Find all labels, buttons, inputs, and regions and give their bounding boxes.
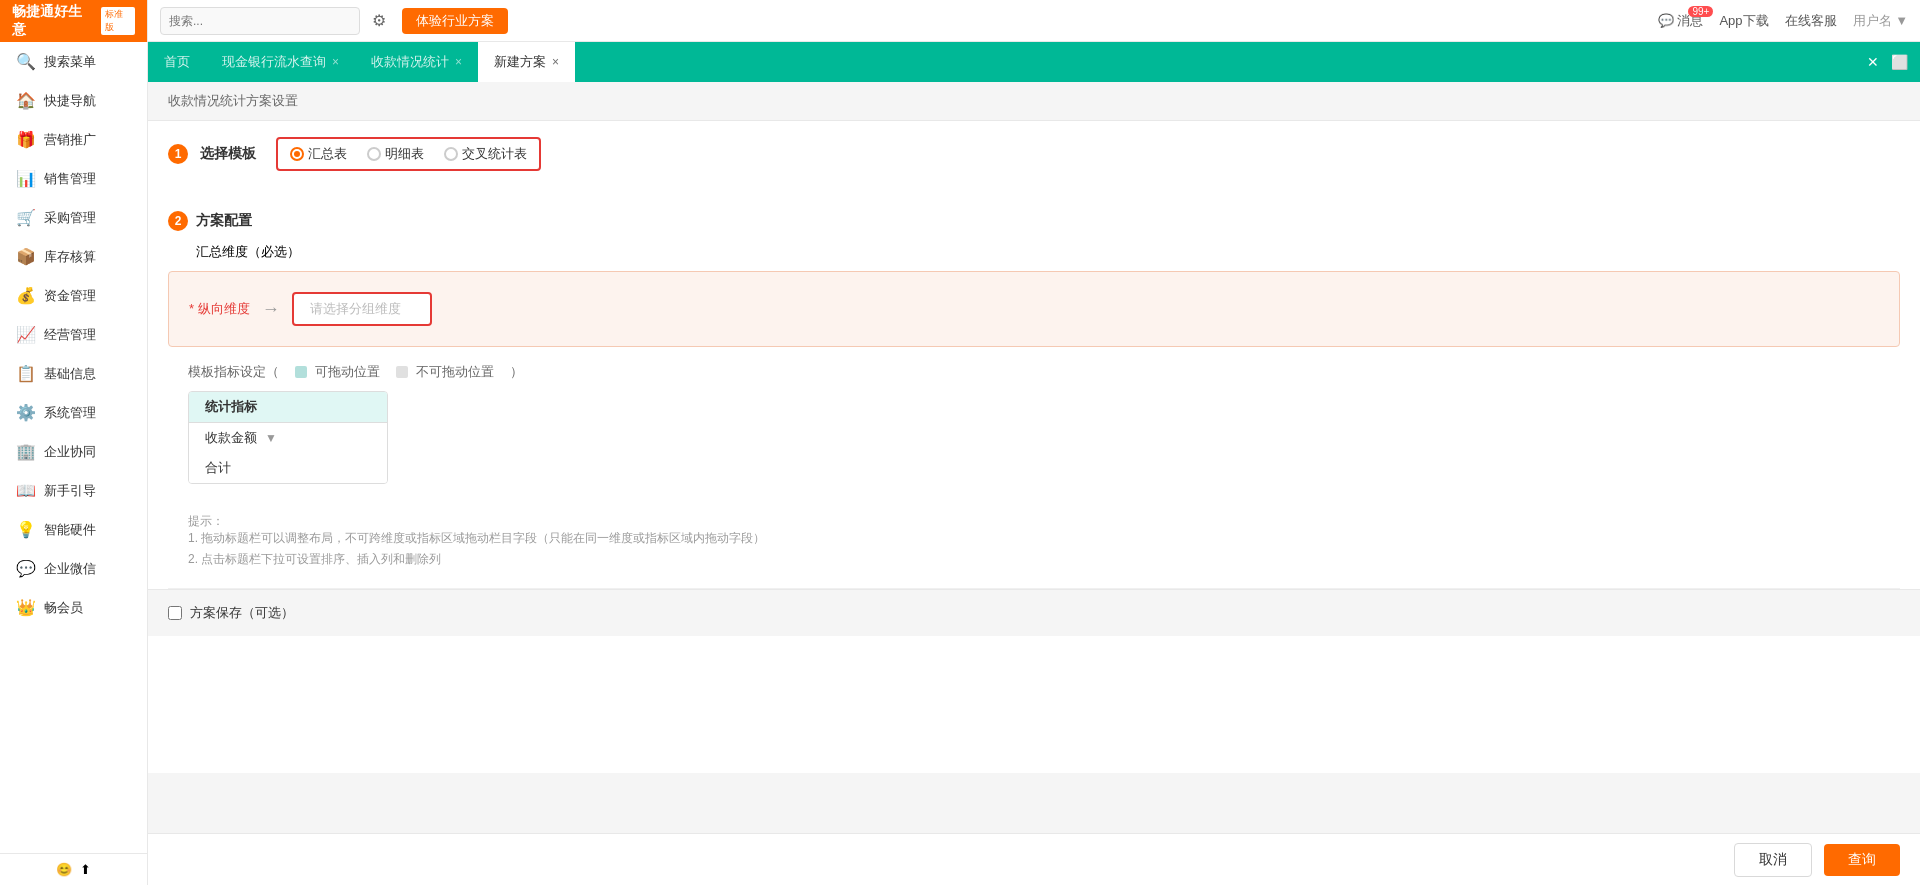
fixed-legend: 不可拖动位置 <box>396 363 494 381</box>
cancel-button[interactable]: 取消 <box>1734 843 1812 877</box>
metrics-label: 模板指标设定（ <box>188 363 279 381</box>
close-window-icon[interactable]: ✕ <box>1867 54 1879 70</box>
dropdown-icon[interactable]: ▼ <box>265 431 277 445</box>
metrics-label-end: ） <box>510 363 523 381</box>
dim-select[interactable]: 请选择分组维度 <box>292 292 432 326</box>
metrics-table-header: 统计指标 <box>189 392 387 423</box>
nav-tab-新建方案[interactable]: 新建方案× <box>478 42 575 82</box>
step2-title-row: 2 方案配置 <box>168 211 1900 231</box>
draggable-dot <box>295 366 307 378</box>
metrics-section: 模板指标设定（ 可拖动位置 不可拖动位置 ） 统计指标 收款金额 <box>168 363 1900 503</box>
topbar-right: 💬 消息 99+ App下载 在线客服 用户名 ▼ <box>1658 12 1908 30</box>
content-area: 收款情况统计方案设置 1 选择模板 汇总表 明细表 交叉统计表 2 方案配置 汇总维… <box>148 82 1920 833</box>
sidebar-item-销售管理[interactable]: 📊销售管理 <box>0 159 147 198</box>
metrics-table: 统计指标 收款金额 ▼ 合计 <box>188 391 388 484</box>
tip-item: 1. 拖动标题栏可以调整布局，不可跨维度或指标区域拖动栏目字段（只能在同一维度或… <box>188 530 1880 547</box>
dim-arrow-icon: → <box>262 299 280 320</box>
tabs-controls: ✕ ⬜ <box>1867 54 1920 70</box>
sidebar-item-畅会员[interactable]: 👑畅会员 <box>0 588 147 627</box>
step2-section: 2 方案配置 汇总维度（必选） * 纵向维度 → 请选择分组维度 <box>148 195 1920 588</box>
sidebar-item-智能硬件[interactable]: 💡智能硬件 <box>0 510 147 549</box>
metrics-row-label: 收款金额 <box>205 429 257 447</box>
app-name: 畅捷通好生意 <box>12 3 93 39</box>
content-inner: 收款情况统计方案设置 1 选择模板 汇总表 明细表 交叉统计表 2 方案配置 汇总维… <box>148 82 1920 773</box>
fixed-dot <box>396 366 408 378</box>
sidebar-footer: 😊 ⬆ <box>0 853 147 885</box>
footer: 取消 查询 <box>148 833 1920 885</box>
summary-dim-label: 汇总维度（必选） <box>196 243 1900 261</box>
sidebar-item-搜索菜单[interactable]: 🔍搜索菜单 <box>0 42 147 81</box>
vertical-dim-label: * 纵向维度 <box>189 300 250 318</box>
metrics-row-合计: 合计 <box>189 453 387 483</box>
radio-交叉统计表[interactable]: 交叉统计表 <box>444 145 527 163</box>
sidebar-item-新手引导[interactable]: 📖新手引导 <box>0 471 147 510</box>
metrics-header: 模板指标设定（ 可拖动位置 不可拖动位置 ） <box>188 363 1880 381</box>
sidebar-item-基础信息[interactable]: 📋基础信息 <box>0 354 147 393</box>
app-version: 标准版 <box>101 7 135 35</box>
user-avatar[interactable]: 用户名 ▼ <box>1853 12 1908 30</box>
search-input[interactable] <box>160 7 360 35</box>
sidebar-item-企业协同[interactable]: 🏢企业协同 <box>0 432 147 471</box>
step1-section: 1 选择模板 汇总表 明细表 交叉统计表 <box>148 121 1920 195</box>
template-radio-group: 汇总表 明细表 交叉统计表 <box>276 137 541 171</box>
draggable-label: 可拖动位置 <box>315 363 380 381</box>
radio-circle <box>290 147 304 161</box>
sidebar-item-采购管理[interactable]: 🛒采购管理 <box>0 198 147 237</box>
sidebar-item-资金管理[interactable]: 💰资金管理 <box>0 276 147 315</box>
main-area: ⚙ 体验行业方案 💬 消息 99+ App下载 在线客服 用户名 ▼ 首页现金银… <box>148 0 1920 885</box>
radio-汇总表[interactable]: 汇总表 <box>290 145 347 163</box>
dim-row: * 纵向维度 → 请选择分组维度 <box>189 292 1879 326</box>
query-button[interactable]: 查询 <box>1824 844 1900 876</box>
sidebar-item-库存核算[interactable]: 📦库存核算 <box>0 237 147 276</box>
step1-num: 1 <box>168 144 188 164</box>
fixed-label: 不可拖动位置 <box>416 363 494 381</box>
message-count: 99+ <box>1688 6 1713 17</box>
gear-icon[interactable]: ⚙ <box>372 11 386 30</box>
tab-close-icon[interactable]: × <box>552 55 559 69</box>
nav-tab-收款情况统计[interactable]: 收款情况统计× <box>355 42 478 82</box>
nav-tab-首页[interactable]: 首页 <box>148 42 206 82</box>
download-label[interactable]: App下载 <box>1719 12 1768 30</box>
sidebar-item-系统管理[interactable]: ⚙️系统管理 <box>0 393 147 432</box>
step1-label: 选择模板 <box>200 145 256 163</box>
save-checkbox[interactable] <box>168 606 182 620</box>
metrics-row-label: 合计 <box>205 459 231 477</box>
message-badge[interactable]: 💬 消息 99+ <box>1658 12 1704 30</box>
radio-circle <box>444 147 458 161</box>
page-header: 收款情况统计方案设置 <box>148 82 1920 121</box>
service-label[interactable]: 在线客服 <box>1785 12 1837 30</box>
tab-close-icon[interactable]: × <box>332 55 339 69</box>
sidebar-item-快捷导航[interactable]: 🏠快捷导航 <box>0 81 147 120</box>
nav-tabs: 首页现金银行流水查询×收款情况统计×新建方案× ✕ ⬜ <box>148 42 1920 82</box>
metrics-row-收款金额[interactable]: 收款金额 ▼ <box>189 423 387 453</box>
trial-button[interactable]: 体验行业方案 <box>402 8 508 34</box>
sidebar-item-经营管理[interactable]: 📈经营管理 <box>0 315 147 354</box>
sidebar-item-企业微信[interactable]: 💬企业微信 <box>0 549 147 588</box>
sidebar-item-营销推广[interactable]: 🎁营销推广 <box>0 120 147 159</box>
step1-row: 1 选择模板 汇总表 明细表 交叉统计表 <box>168 137 1900 171</box>
tips-label: 提示： <box>188 514 224 528</box>
dim-area: * 纵向维度 → 请选择分组维度 <box>168 271 1900 347</box>
sidebar-logo: 畅捷通好生意 标准版 <box>0 0 147 42</box>
maximize-icon[interactable]: ⬜ <box>1891 54 1908 70</box>
sidebar: 畅捷通好生意 标准版 🔍搜索菜单🏠快捷导航🎁营销推广📊销售管理🛒采购管理📦库存核… <box>0 0 148 885</box>
step2-num: 2 <box>168 211 188 231</box>
save-label: 方案保存（可选） <box>190 604 294 622</box>
radio-明细表[interactable]: 明细表 <box>367 145 424 163</box>
radio-circle <box>367 147 381 161</box>
nav-tab-现金银行流水查询[interactable]: 现金银行流水查询× <box>206 42 355 82</box>
step2-label: 方案配置 <box>196 212 252 230</box>
tab-close-icon[interactable]: × <box>455 55 462 69</box>
draggable-legend: 可拖动位置 <box>295 363 380 381</box>
tip-item: 2. 点击标题栏下拉可设置排序、插入列和删除列 <box>188 551 1880 568</box>
topbar: ⚙ 体验行业方案 💬 消息 99+ App下载 在线客服 用户名 ▼ <box>148 0 1920 42</box>
page-title: 收款情况统计方案设置 <box>168 93 298 108</box>
save-section: 方案保存（可选） <box>148 589 1920 636</box>
tips-section: 提示： 1. 拖动标题栏可以调整布局，不可跨维度或指标区域拖动栏目字段（只能在同… <box>168 503 1900 588</box>
